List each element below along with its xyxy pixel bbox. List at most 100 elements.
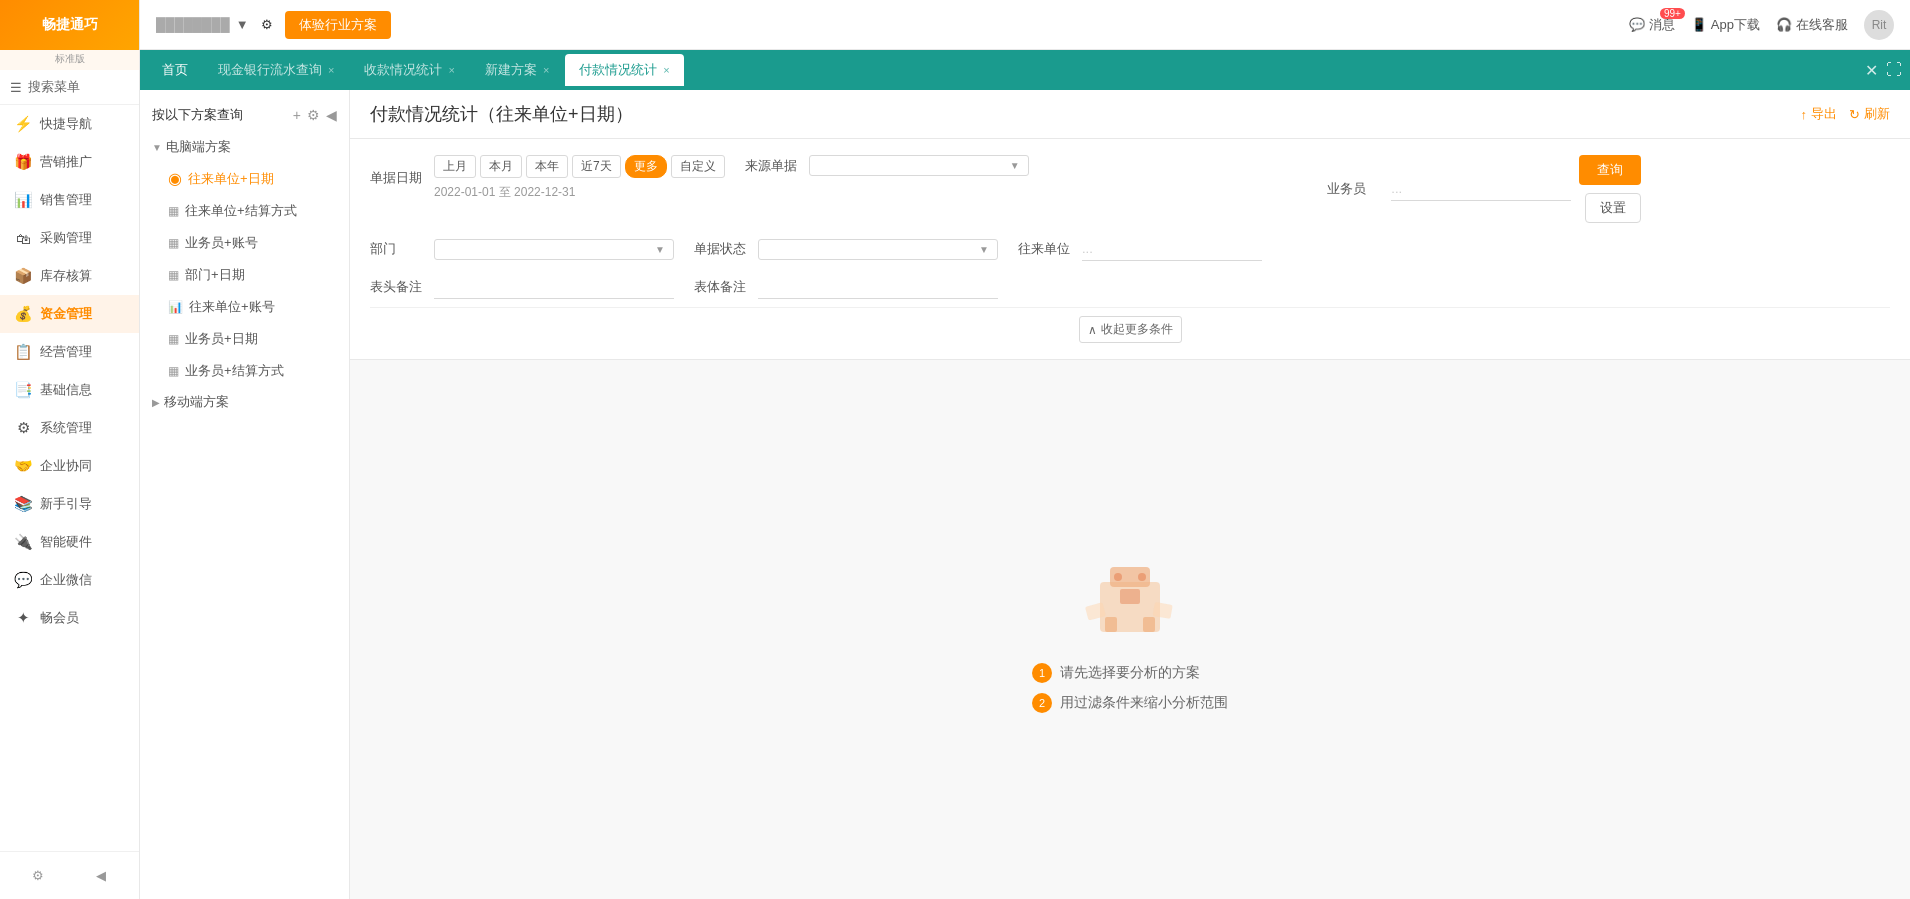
tab-bank-flow-close[interactable]: ×	[328, 64, 334, 76]
close-tab-btn[interactable]: ✕	[1865, 61, 1878, 80]
scheme-item-partner-account[interactable]: 📊 往来单位+账号	[140, 291, 349, 323]
sidebar-item-hardware[interactable]: 🔌 智能硬件	[0, 523, 139, 561]
scheme-settings-btn[interactable]: ⚙	[307, 107, 320, 123]
group-arrow-icon: ▼	[152, 142, 162, 153]
user-avatar[interactable]: Rit	[1864, 10, 1894, 40]
sidebar-item-search-menu[interactable]: ☰ 搜索菜单	[0, 70, 139, 105]
scheme-item-partner-settlement[interactable]: ▦ 往来单位+结算方式	[140, 195, 349, 227]
date-this-month-btn[interactable]: 本月	[480, 155, 522, 178]
message-btn[interactable]: 💬 消息 99+	[1629, 16, 1675, 34]
source-label: 来源单据	[745, 157, 801, 175]
filter-area: 单据日期 上月 本月 本年 近7天 更多 自定义 2022-01-01 至 20…	[350, 139, 1910, 360]
partner-input[interactable]	[1082, 237, 1262, 261]
tabs-right-actions: ✕ ⛶	[1865, 61, 1902, 80]
scheme-icon: ▦	[168, 204, 179, 218]
shopping-icon: 🛍	[14, 229, 32, 247]
tab-payment-stats[interactable]: 付款情况统计 ×	[565, 54, 683, 86]
sidebar-item-finance[interactable]: 💰 资金管理	[0, 295, 139, 333]
empty-state: 1 请先选择要分析的方案 2 用过滤条件来缩小分析范围	[1032, 547, 1228, 713]
sidebar-item-purchase[interactable]: 🛍 采购管理	[0, 219, 139, 257]
body-note-input[interactable]	[758, 275, 998, 299]
source-select-arrow: ▼	[1010, 160, 1020, 171]
group-arrow-icon: ▶	[152, 397, 160, 408]
trial-btn[interactable]: 体验行业方案	[285, 11, 391, 39]
sidebar-item-label: 快捷导航	[40, 115, 92, 133]
desktop-group-title[interactable]: ▼ 电脑端方案	[140, 132, 349, 162]
message-badge: 99+	[1660, 8, 1685, 19]
tip-text-1: 请先选择要分析的方案	[1060, 664, 1200, 682]
panel-collapse-btn[interactable]: ◀	[326, 107, 337, 123]
tab-payment-stats-close[interactable]: ×	[663, 64, 669, 76]
date-this-year-btn[interactable]: 本年	[526, 155, 568, 178]
sidebar-item-wechat[interactable]: 💬 企业微信	[0, 561, 139, 599]
staff-input[interactable]	[1391, 177, 1571, 201]
topbar-settings-icon[interactable]: ⚙	[261, 17, 273, 32]
collapse-arrow-icon: ∧	[1088, 323, 1097, 337]
sidebar-item-system[interactable]: ⚙ 系统管理	[0, 409, 139, 447]
company-name: ████████	[156, 17, 230, 32]
tab-collection-stats[interactable]: 收款情况统计 ×	[350, 54, 468, 86]
desktop-scheme-group: ▼ 电脑端方案 ◉ 往来单位+日期 ▦ 往来单位+结算方式 ▦ 业务员+账号 ▦	[140, 132, 349, 387]
tip-num-1: 1	[1032, 663, 1052, 683]
date-7days-btn[interactable]: 近7天	[572, 155, 621, 178]
sidebar-item-member[interactable]: ✦ 畅会员	[0, 599, 139, 637]
main-area: ████████ ▼ ⚙ 体验行业方案 💬 消息 99+ 📱 App下载 🎧 在…	[140, 0, 1910, 899]
scheme-item-staff-settlement[interactable]: ▦ 业务员+结算方式	[140, 355, 349, 387]
sidebar-item-label: 库存核算	[40, 267, 92, 285]
refresh-btn[interactable]: ↻ 刷新	[1849, 105, 1890, 123]
source-select[interactable]: ▼	[809, 155, 1029, 176]
scheme-item-staff-account[interactable]: ▦ 业务员+账号	[140, 227, 349, 259]
status-select[interactable]: ▼	[758, 239, 998, 260]
sidebar-settings-btn[interactable]: ⚙	[10, 862, 66, 889]
app-download-label: App下载	[1711, 16, 1760, 34]
left-panel-actions: + ⚙ ◀	[293, 107, 337, 123]
sidebar-item-operation[interactable]: 📋 经营管理	[0, 333, 139, 371]
collapse-more-btn[interactable]: ∧ 收起更多条件	[1079, 316, 1182, 343]
tab-collection-stats-close[interactable]: ×	[448, 64, 454, 76]
filter-settings-btn[interactable]: 设置	[1585, 193, 1641, 223]
scheme-item-partner-date[interactable]: ◉ 往来单位+日期	[140, 162, 349, 195]
sidebar-item-label: 采购管理	[40, 229, 92, 247]
sidebar-item-label: 销售管理	[40, 191, 92, 209]
status-label: 单据状态	[694, 240, 750, 258]
sidebar-collapse-btn[interactable]: ◀	[74, 862, 130, 889]
left-panel-header: 按以下方案查询 + ⚙ ◀	[140, 102, 349, 132]
box-icon: 📦	[14, 267, 32, 285]
tab-bank-flow[interactable]: 现金银行流水查询 ×	[204, 54, 348, 86]
expand-btn[interactable]: ⛶	[1886, 61, 1902, 79]
date-custom-btn[interactable]: 自定义	[671, 155, 725, 178]
tab-new-plan[interactable]: 新建方案 ×	[471, 54, 563, 86]
scheme-item-dept-date[interactable]: ▦ 部门+日期	[140, 259, 349, 291]
sidebar-item-basic[interactable]: 📑 基础信息	[0, 371, 139, 409]
collapse-label: 收起更多条件	[1101, 321, 1173, 338]
dropdown-arrow[interactable]: ▼	[236, 17, 249, 32]
sidebar-item-inventory[interactable]: 📦 库存核算	[0, 257, 139, 295]
sidebar-item-sales[interactable]: 📊 销售管理	[0, 181, 139, 219]
scheme-item-label: 往来单位+结算方式	[185, 202, 297, 220]
date-last-month-btn[interactable]: 上月	[434, 155, 476, 178]
tab-new-plan-close[interactable]: ×	[543, 64, 549, 76]
tab-collection-stats-label: 收款情况统计	[364, 61, 442, 79]
dept-select[interactable]: ▼	[434, 239, 674, 260]
query-btn[interactable]: 查询	[1579, 155, 1641, 185]
header-note-input[interactable]	[434, 275, 674, 299]
page-content: 按以下方案查询 + ⚙ ◀ ▼ 电脑端方案 ◉ 往来单位+日期 ▦	[140, 90, 1910, 899]
date-more-btn[interactable]: 更多	[625, 155, 667, 178]
sidebar-item-quick-nav[interactable]: ⚡ 快捷导航	[0, 105, 139, 143]
export-btn[interactable]: ↑ 导出	[1801, 105, 1838, 123]
tab-home[interactable]: 首页	[148, 54, 202, 86]
gift-icon: 🎁	[14, 153, 32, 171]
sidebar-item-guide[interactable]: 📚 新手引导	[0, 485, 139, 523]
online-service-btn[interactable]: 🎧 在线客服	[1776, 16, 1848, 34]
empty-tip-2: 2 用过滤条件来缩小分析范围	[1032, 693, 1228, 713]
scheme-item-staff-date[interactable]: ▦ 业务员+日期	[140, 323, 349, 355]
chart-icon: 📊	[14, 191, 32, 209]
dept-label: 部门	[370, 240, 426, 258]
add-scheme-btn[interactable]: +	[293, 107, 301, 123]
sidebar-item-label: 系统管理	[40, 419, 92, 437]
sidebar-item-enterprise[interactable]: 🤝 企业协同	[0, 447, 139, 485]
app-download-btn[interactable]: 📱 App下载	[1691, 16, 1760, 34]
mobile-group-title[interactable]: ▶ 移动端方案	[140, 387, 349, 417]
sidebar-item-marketing[interactable]: 🎁 营销推广	[0, 143, 139, 181]
group-label: 电脑端方案	[166, 138, 231, 156]
